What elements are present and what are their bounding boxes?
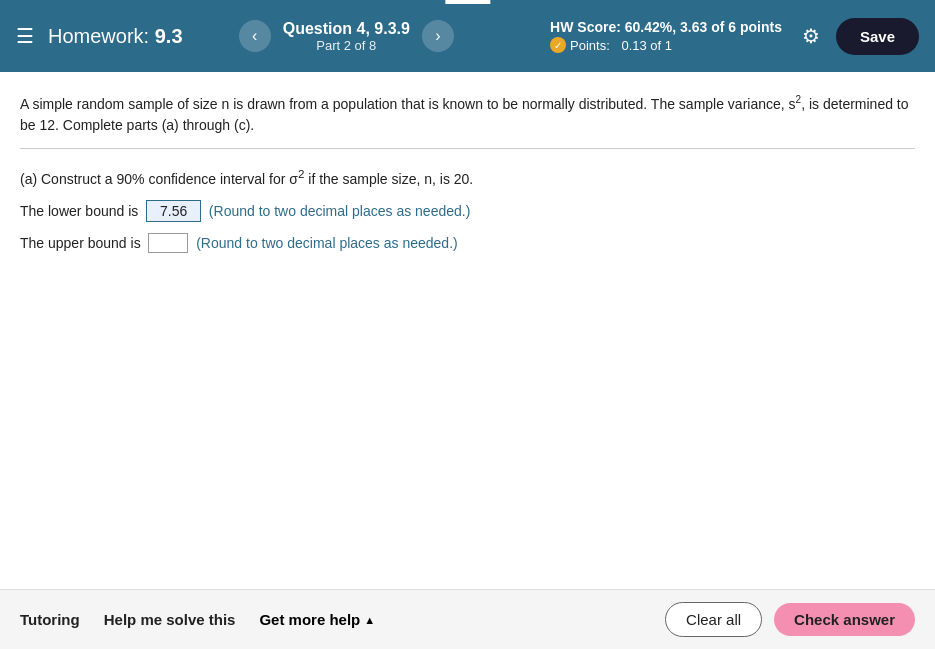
lower-bound-input[interactable] xyxy=(146,200,201,222)
header: ☰ Homework: 9.3 ‹ Question 4, 9.3.9 Part… xyxy=(0,0,935,72)
save-button[interactable]: Save xyxy=(836,18,919,55)
score-section: HW Score: 60.42%, 3.63 of 6 points ✓ Poi… xyxy=(550,19,782,53)
help-me-solve-button[interactable]: Help me solve this xyxy=(104,611,236,628)
footer-right: Clear all Check answer xyxy=(665,602,915,637)
points-icon: ✓ xyxy=(550,37,566,53)
question-part: Part 2 of 8 xyxy=(283,38,410,53)
prev-question-button[interactable]: ‹ xyxy=(239,20,271,52)
tutoring-button[interactable]: Tutoring xyxy=(20,611,80,628)
main-content: A simple random sample of size n is draw… xyxy=(0,72,935,589)
footer: Tutoring Help me solve this Get more hel… xyxy=(0,589,935,649)
question-navigation: ‹ Question 4, 9.3.9 Part 2 of 8 › xyxy=(239,20,454,53)
clear-all-button[interactable]: Clear all xyxy=(665,602,762,637)
settings-icon[interactable]: ⚙ xyxy=(802,24,820,48)
question-title: Question 4, 9.3.9 xyxy=(283,20,410,38)
upper-bound-input[interactable] xyxy=(148,233,188,253)
question-info: Question 4, 9.3.9 Part 2 of 8 xyxy=(283,20,410,53)
check-answer-button[interactable]: Check answer xyxy=(774,603,915,636)
part-a-instruction: (a) Construct a 90% confidence interval … xyxy=(20,165,915,190)
question-part-a: (a) Construct a 90% confidence interval … xyxy=(20,165,915,255)
next-question-button[interactable]: › xyxy=(422,20,454,52)
lower-bound-line: The lower bound is (Round to two decimal… xyxy=(20,200,915,222)
upper-bound-line: The upper bound is (Round to two decimal… xyxy=(20,232,915,254)
get-more-help-button[interactable]: Get more help ▲ xyxy=(259,611,375,628)
chevron-up-icon: ▲ xyxy=(364,614,375,626)
hw-score: HW Score: 60.42%, 3.63 of 6 points xyxy=(550,19,782,35)
problem-text: A simple random sample of size n is draw… xyxy=(20,92,915,136)
points-line: ✓ Points: 0.13 of 1 xyxy=(550,37,782,53)
divider xyxy=(20,148,915,149)
homework-label: Homework: 9.3 xyxy=(48,25,183,48)
menu-icon[interactable]: ☰ xyxy=(16,24,34,48)
